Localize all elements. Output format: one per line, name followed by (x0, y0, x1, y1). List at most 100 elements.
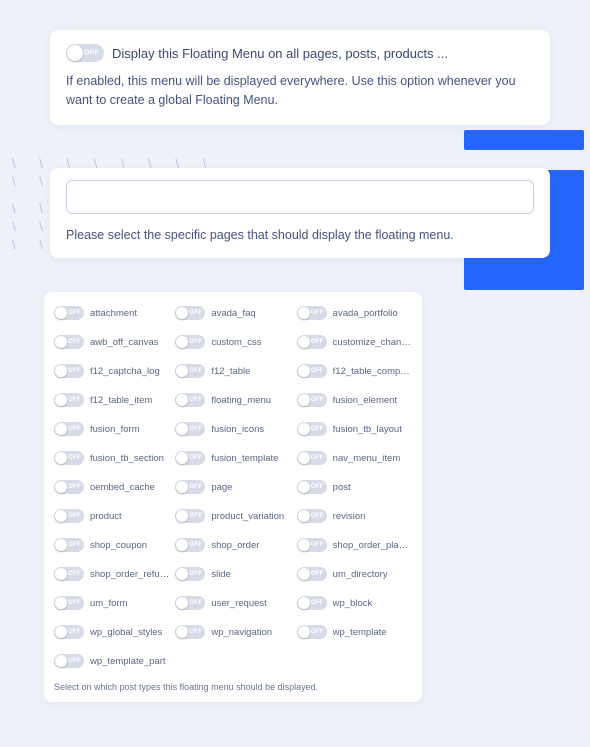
post-type-item: OFFshop_coupon (54, 538, 169, 552)
post-type-toggle[interactable]: OFF (175, 335, 205, 349)
post-type-label: fusion_icons (211, 424, 264, 435)
post-type-item: OFF product (54, 509, 169, 523)
post-type-item: OFFwp_navigation (175, 625, 290, 639)
toggle-state-label: OFF (68, 600, 81, 606)
post-type-toggle[interactable]: OFF (175, 422, 205, 436)
post-type-toggle[interactable]: OFF (297, 306, 327, 320)
post-type-item: OFF nav_menu_item (297, 451, 412, 465)
post-type-item: OFF fusion_element (297, 393, 412, 407)
post-type-label: f12_table_compare (333, 366, 412, 377)
post-types-card: OFFattachmentOFFavada_faqOFFavada_portfo… (44, 292, 422, 702)
post-type-item: OFFslide (175, 567, 290, 581)
toggle-state-label: OFF (189, 339, 202, 345)
post-type-item: OFF fusion_tb_layout (297, 422, 412, 436)
post-type-toggle[interactable]: OFF (175, 509, 205, 523)
toggle-state-label: OFF (68, 571, 81, 577)
post-type-label: um_form (90, 598, 127, 609)
post-type-toggle[interactable]: OFF (175, 625, 205, 639)
post-type-toggle[interactable]: OFF (297, 364, 327, 378)
post-type-toggle[interactable]: OFF (54, 596, 84, 610)
toggle-state-label: OFF (68, 426, 81, 432)
post-type-toggle[interactable]: OFF (54, 538, 84, 552)
post-type-toggle[interactable]: OFF (54, 364, 84, 378)
post-type-item: OFF post (297, 480, 412, 494)
toggle-state-label: OFF (311, 571, 324, 577)
post-type-toggle[interactable]: OFF (297, 393, 327, 407)
post-type-toggle[interactable]: OFF (175, 596, 205, 610)
post-type-label: fusion_tb_layout (333, 424, 402, 435)
decorative-block (464, 130, 584, 150)
toggle-state-label: OFF (68, 484, 81, 490)
post-type-toggle[interactable]: OFF (54, 335, 84, 349)
toggle-state-label: OFF (68, 455, 81, 461)
post-type-toggle[interactable]: OFF (175, 538, 205, 552)
post-type-toggle[interactable]: OFF (297, 538, 327, 552)
post-type-label: product_variation (211, 511, 284, 522)
toggle-state-label: OFF (189, 310, 202, 316)
post-type-item: OFFshop_order_refund (54, 567, 169, 581)
post-type-toggle[interactable]: OFF (297, 596, 327, 610)
page-select-card: Please select the specific pages that sh… (50, 168, 550, 258)
post-type-toggle[interactable]: OFF (54, 422, 84, 436)
toggle-state-label: OFF (189, 600, 202, 606)
post-type-item: OFFoembed_cache (54, 480, 169, 494)
post-type-item: OFFshop_order_placehold (297, 538, 412, 552)
post-type-toggle[interactable]: OFF (297, 625, 327, 639)
post-type-label: wp_template_part (90, 656, 166, 667)
toggle-state-label: OFF (189, 629, 202, 635)
post-type-toggle[interactable]: OFF (297, 480, 327, 494)
post-type-toggle[interactable]: OFF (54, 393, 84, 407)
post-type-label: fusion_template (211, 453, 278, 464)
post-type-toggle[interactable]: OFF (54, 480, 84, 494)
post-type-toggle[interactable]: OFF (297, 335, 327, 349)
post-type-label: nav_menu_item (333, 453, 401, 464)
post-type-toggle[interactable]: OFF (175, 364, 205, 378)
global-display-card: OFF Display this Floating Menu on all pa… (50, 30, 550, 125)
post-type-toggle[interactable]: OFF (54, 567, 84, 581)
post-type-toggle[interactable]: OFF (297, 422, 327, 436)
post-type-label: wp_block (333, 598, 373, 609)
post-type-item: OFFfusion_tb_section (54, 451, 169, 465)
post-type-item: OFF page (175, 480, 290, 494)
toggle-state-label: OFF (311, 426, 324, 432)
post-type-label: fusion_element (333, 395, 397, 406)
page-select-input[interactable] (66, 180, 534, 214)
post-type-toggle[interactable]: OFF (175, 393, 205, 407)
toggle-state-label: OFF (68, 629, 81, 635)
post-type-item: OFF f12_table_compare (297, 364, 412, 378)
post-type-toggle[interactable]: OFF (175, 451, 205, 465)
post-type-toggle[interactable]: OFF (297, 567, 327, 581)
post-type-item: OFFcustomize_changeset (297, 335, 412, 349)
toggle-state-label: OFF (68, 339, 81, 345)
post-type-item: OFF fusion_form (54, 422, 169, 436)
post-type-label: f12_table (211, 366, 250, 377)
post-type-toggle[interactable]: OFF (54, 654, 84, 668)
toggle-state-label: OFF (311, 600, 324, 606)
post-type-toggle[interactable]: OFF (175, 567, 205, 581)
post-type-toggle[interactable]: OFF (297, 509, 327, 523)
post-type-toggle[interactable]: OFF (175, 306, 205, 320)
toggle-state-label: OFF (311, 397, 324, 403)
post-type-label: awb_off_canvas (90, 337, 159, 348)
post-type-item: OFF fusion_icons (175, 422, 290, 436)
post-type-label: page (211, 482, 232, 493)
post-type-item: OFF um_form (54, 596, 169, 610)
post-type-toggle[interactable]: OFF (54, 306, 84, 320)
toggle-state-label: OFF (68, 368, 81, 374)
post-type-label: post (333, 482, 351, 493)
post-type-toggle[interactable]: OFF (297, 451, 327, 465)
post-type-item: OFFrevision (297, 509, 412, 523)
global-display-toggle[interactable]: OFF (66, 44, 104, 62)
post-type-item: OFFum_directory (297, 567, 412, 581)
post-type-label: fusion_form (90, 424, 140, 435)
post-type-label: product (90, 511, 122, 522)
post-type-toggle[interactable]: OFF (54, 625, 84, 639)
post-type-toggle[interactable]: OFF (54, 451, 84, 465)
post-type-label: wp_template (333, 627, 387, 638)
toggle-state-label: OFF (189, 484, 202, 490)
post-type-label: f12_table_item (90, 395, 152, 406)
post-type-toggle[interactable]: OFF (54, 509, 84, 523)
post-type-toggle[interactable]: OFF (175, 480, 205, 494)
toggle-state-label: OFF (68, 397, 81, 403)
toggle-state-label: OFF (189, 571, 202, 577)
